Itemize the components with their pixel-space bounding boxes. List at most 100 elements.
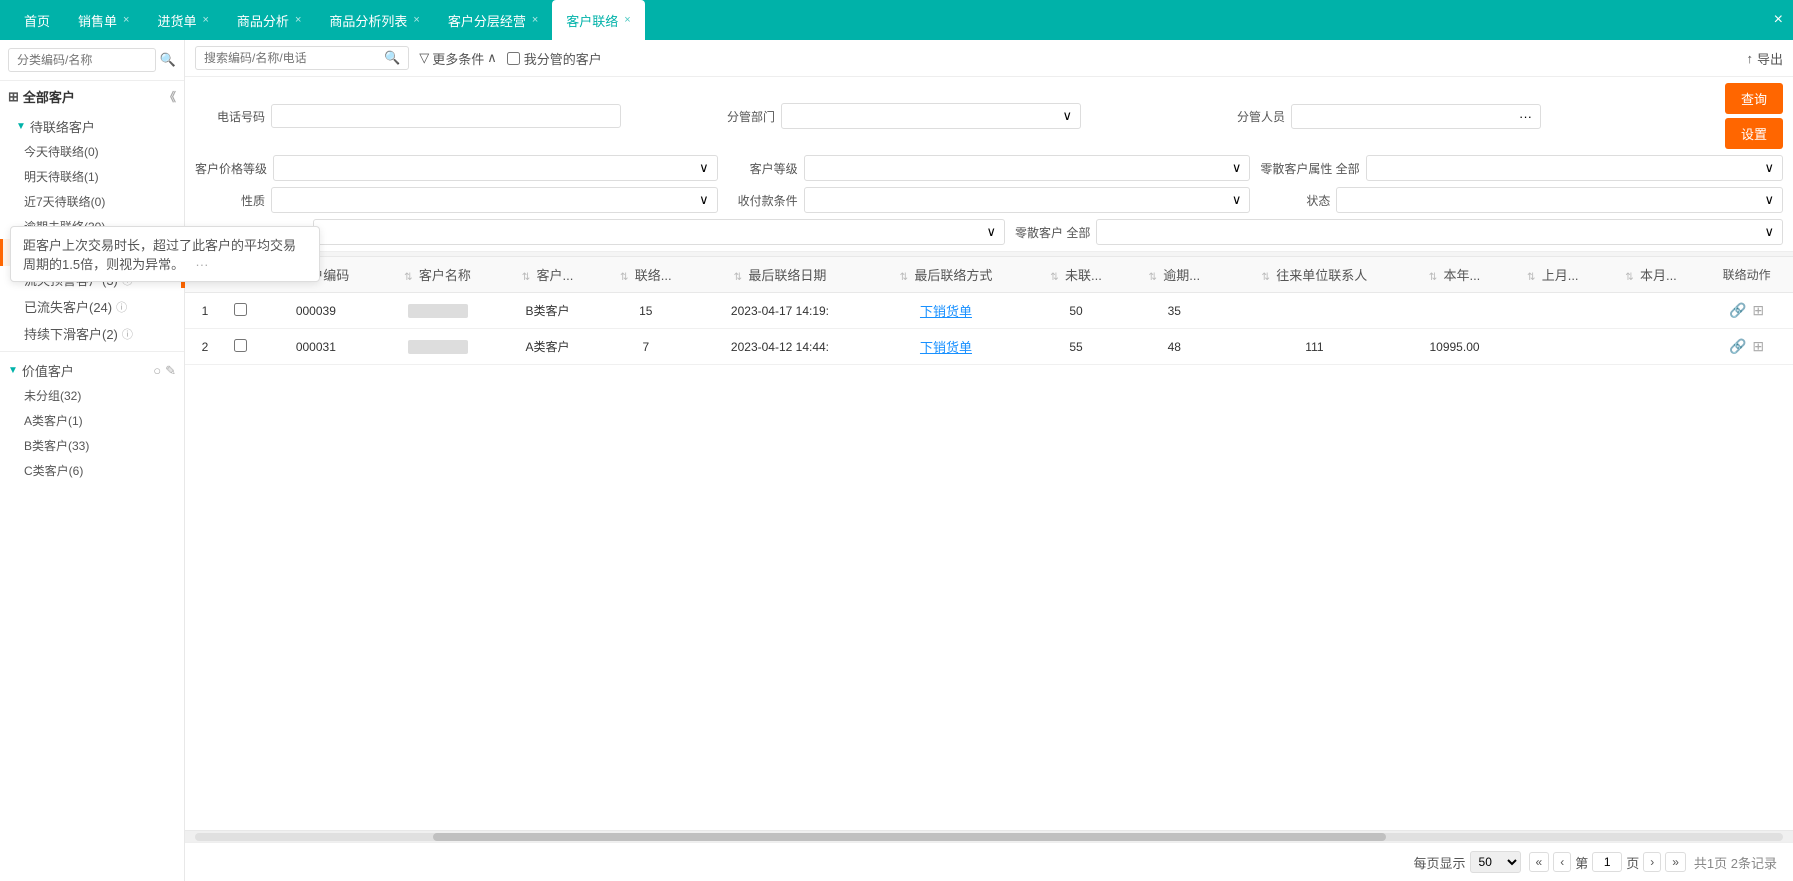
sidebar-search-icon[interactable]: 🔍 bbox=[160, 52, 176, 68]
week-pending-item[interactable]: 近7天待联络(0) bbox=[0, 189, 184, 214]
nav-item-customer-tier[interactable]: 客户分层经营 × bbox=[434, 0, 552, 40]
nav-item-analysis[interactable]: 商品分析 × bbox=[223, 0, 315, 40]
all-customers-header[interactable]: ⊞ 全部客户 《 bbox=[0, 81, 184, 112]
main-search-icon[interactable]: 🔍 bbox=[384, 50, 400, 66]
ungrouped-item[interactable]: 未分组(32) bbox=[0, 383, 184, 408]
next-page-btn[interactable]: › bbox=[1643, 852, 1661, 872]
nav-close-purchase[interactable]: × bbox=[202, 14, 208, 26]
scrollbar-thumb[interactable] bbox=[433, 833, 1386, 841]
nav-label-home: 首页 bbox=[24, 11, 50, 30]
sort-dots-cm: ⇅ bbox=[1625, 272, 1633, 283]
nav-item-home[interactable]: 首页 bbox=[10, 0, 64, 40]
last-page-btn[interactable]: » bbox=[1665, 852, 1686, 872]
payment-label: 收付款条件 bbox=[728, 192, 798, 209]
scatter-attr-select[interactable]: ∨ bbox=[1366, 155, 1783, 181]
nature-select[interactable]: ∨ bbox=[271, 187, 718, 213]
dept-select[interactable]: ∨ bbox=[781, 103, 1081, 129]
main-search-input[interactable] bbox=[204, 51, 384, 65]
th-contact-person[interactable]: ⇅ 往来单位联系人 bbox=[1223, 257, 1405, 293]
person-select[interactable]: ··· bbox=[1291, 104, 1541, 129]
first-page-btn[interactable]: « bbox=[1529, 852, 1550, 872]
payment-select[interactable]: ∨ bbox=[804, 187, 1251, 213]
scatter-customer-select[interactable]: ∨ bbox=[1096, 219, 1783, 245]
status-select[interactable]: ∨ bbox=[1336, 187, 1783, 213]
th-overdue-label: 逾期... bbox=[1163, 268, 1200, 283]
row1-index: 1 bbox=[185, 293, 225, 329]
nav-item-purchase[interactable]: 进货单 × bbox=[143, 0, 222, 40]
nav-item-analysis-list[interactable]: 商品分析列表 × bbox=[315, 0, 433, 40]
sidebar-search-input[interactable] bbox=[8, 48, 156, 72]
customer-grade-select[interactable]: ∨ bbox=[804, 155, 1251, 181]
customers-table: ⚙ ⇅ 客户编码 ⇅ 客户名称 ⇅ bbox=[185, 256, 1793, 365]
row1-grid-icon[interactable]: ⊞ bbox=[1752, 302, 1764, 319]
nature-label: 性质 bbox=[195, 192, 265, 209]
row1-checkbox[interactable] bbox=[234, 303, 247, 316]
my-customers-checkbox[interactable] bbox=[507, 52, 520, 65]
nav-close-sales[interactable]: × bbox=[123, 14, 129, 26]
nav-item-sales[interactable]: 销售单 × bbox=[64, 0, 143, 40]
sidebar-collapse-btn[interactable]: 《 bbox=[164, 88, 176, 105]
nav-close-analysis[interactable]: × bbox=[295, 14, 301, 26]
sort-dots-type: ⇅ bbox=[522, 272, 530, 283]
settings-button[interactable]: 设置 bbox=[1725, 118, 1783, 149]
nav-close-analysis-list[interactable]: × bbox=[413, 14, 419, 26]
declining-item[interactable]: 持续下滑客户(2) ⓘ bbox=[0, 320, 184, 347]
prev-page-btn[interactable]: ‹ bbox=[1553, 852, 1571, 872]
phone-input[interactable] bbox=[271, 104, 621, 128]
today-pending-item[interactable]: 今天待联络(0) bbox=[0, 139, 184, 164]
churned-item[interactable]: 已流失客户(24) ⓘ bbox=[0, 293, 184, 320]
th-last-contact-method[interactable]: ⇅ 最后联络方式 bbox=[865, 257, 1027, 293]
row1-contact-person bbox=[1223, 293, 1405, 329]
page-number-input[interactable] bbox=[1592, 852, 1622, 872]
query-button[interactable]: 查询 bbox=[1725, 83, 1783, 114]
row2-last-method[interactable]: 下销货单 bbox=[865, 329, 1027, 365]
row1-last-method[interactable]: 下销货单 bbox=[865, 293, 1027, 329]
row2-method-link[interactable]: 下销货单 bbox=[920, 340, 972, 355]
row2-checkbox[interactable] bbox=[234, 339, 247, 352]
th-current-month[interactable]: ⇅ 本月... bbox=[1602, 257, 1700, 293]
th-customer-type[interactable]: ⇅ 客户... bbox=[498, 257, 596, 293]
table-row: 2 000031 A类客户 7 2023-04-12 14:44: 下销 bbox=[185, 329, 1793, 365]
th-last-month[interactable]: ⇅ 上月... bbox=[1504, 257, 1602, 293]
horizontal-scrollbar[interactable] bbox=[185, 830, 1793, 842]
row1-method-link[interactable]: 下销货单 bbox=[920, 304, 972, 319]
pending-contact-group[interactable]: ▼ 待联络客户 bbox=[0, 112, 184, 139]
declining-label: 持续下滑客户(2) bbox=[24, 324, 118, 343]
per-page-select[interactable]: 50 100 200 bbox=[1470, 851, 1521, 873]
row1-link-icon[interactable]: 🔗 bbox=[1729, 302, 1746, 319]
sort-dots-overdue: ⇅ bbox=[1149, 272, 1157, 283]
sort-dots-lm: ⇅ bbox=[1527, 272, 1535, 283]
price-grade-filter: 客户价格等级 ∨ bbox=[195, 155, 718, 181]
tomorrow-pending-item[interactable]: 明天待联络(1) bbox=[0, 164, 184, 189]
window-close-button[interactable]: × bbox=[1774, 11, 1783, 29]
th-last-contact-date[interactable]: ⇅ 最后联络日期 bbox=[695, 257, 865, 293]
b-class-item[interactable]: B类客户(33) bbox=[0, 433, 184, 458]
export-btn[interactable]: ↑ 导出 bbox=[1746, 49, 1783, 68]
page-label: 第 bbox=[1575, 853, 1588, 872]
customer-grade-chevron: ∨ bbox=[1232, 160, 1242, 176]
more-conditions-btn[interactable]: ▽ 更多条件 ∧ bbox=[419, 49, 497, 68]
value-edit-icon[interactable]: ✎ bbox=[165, 363, 176, 379]
row1-last-date: 2023-04-17 14:19: bbox=[695, 293, 865, 329]
price-grade-select[interactable]: ∨ bbox=[273, 155, 718, 181]
nav-item-customer-contact[interactable]: 客户联络 × bbox=[552, 0, 644, 40]
th-customer-name[interactable]: ⇅ 客户名称 bbox=[377, 257, 499, 293]
customer-type-select[interactable]: ∨ bbox=[313, 219, 1005, 245]
row2-grid-icon[interactable]: ⊞ bbox=[1752, 338, 1764, 355]
c-class-item[interactable]: C类客户(6) bbox=[0, 458, 184, 483]
nav-close-customer-contact[interactable]: × bbox=[624, 14, 630, 26]
export-label: 导出 bbox=[1757, 49, 1783, 68]
th-year-label: 本年... bbox=[1443, 268, 1480, 283]
sort-dots-method: ⇅ bbox=[900, 272, 908, 283]
row2-link-icon[interactable]: 🔗 bbox=[1729, 338, 1746, 355]
value-circle-icon[interactable]: ○ bbox=[153, 363, 161, 379]
th-overdue[interactable]: ⇅ 逾期... bbox=[1125, 257, 1223, 293]
th-contact-count[interactable]: ⇅ 联络... bbox=[597, 257, 695, 293]
a-class-item[interactable]: A类客户(1) bbox=[0, 408, 184, 433]
value-customers-group[interactable]: ▼ 价值客户 ○ ✎ bbox=[0, 356, 184, 383]
sort-dots-date: ⇅ bbox=[734, 272, 742, 283]
nav-close-customer-tier[interactable]: × bbox=[532, 14, 538, 26]
th-not-contacted[interactable]: ⇅ 未联... bbox=[1027, 257, 1125, 293]
th-year-amount[interactable]: ⇅ 本年... bbox=[1405, 257, 1503, 293]
row1-contact-count: 15 bbox=[597, 293, 695, 329]
